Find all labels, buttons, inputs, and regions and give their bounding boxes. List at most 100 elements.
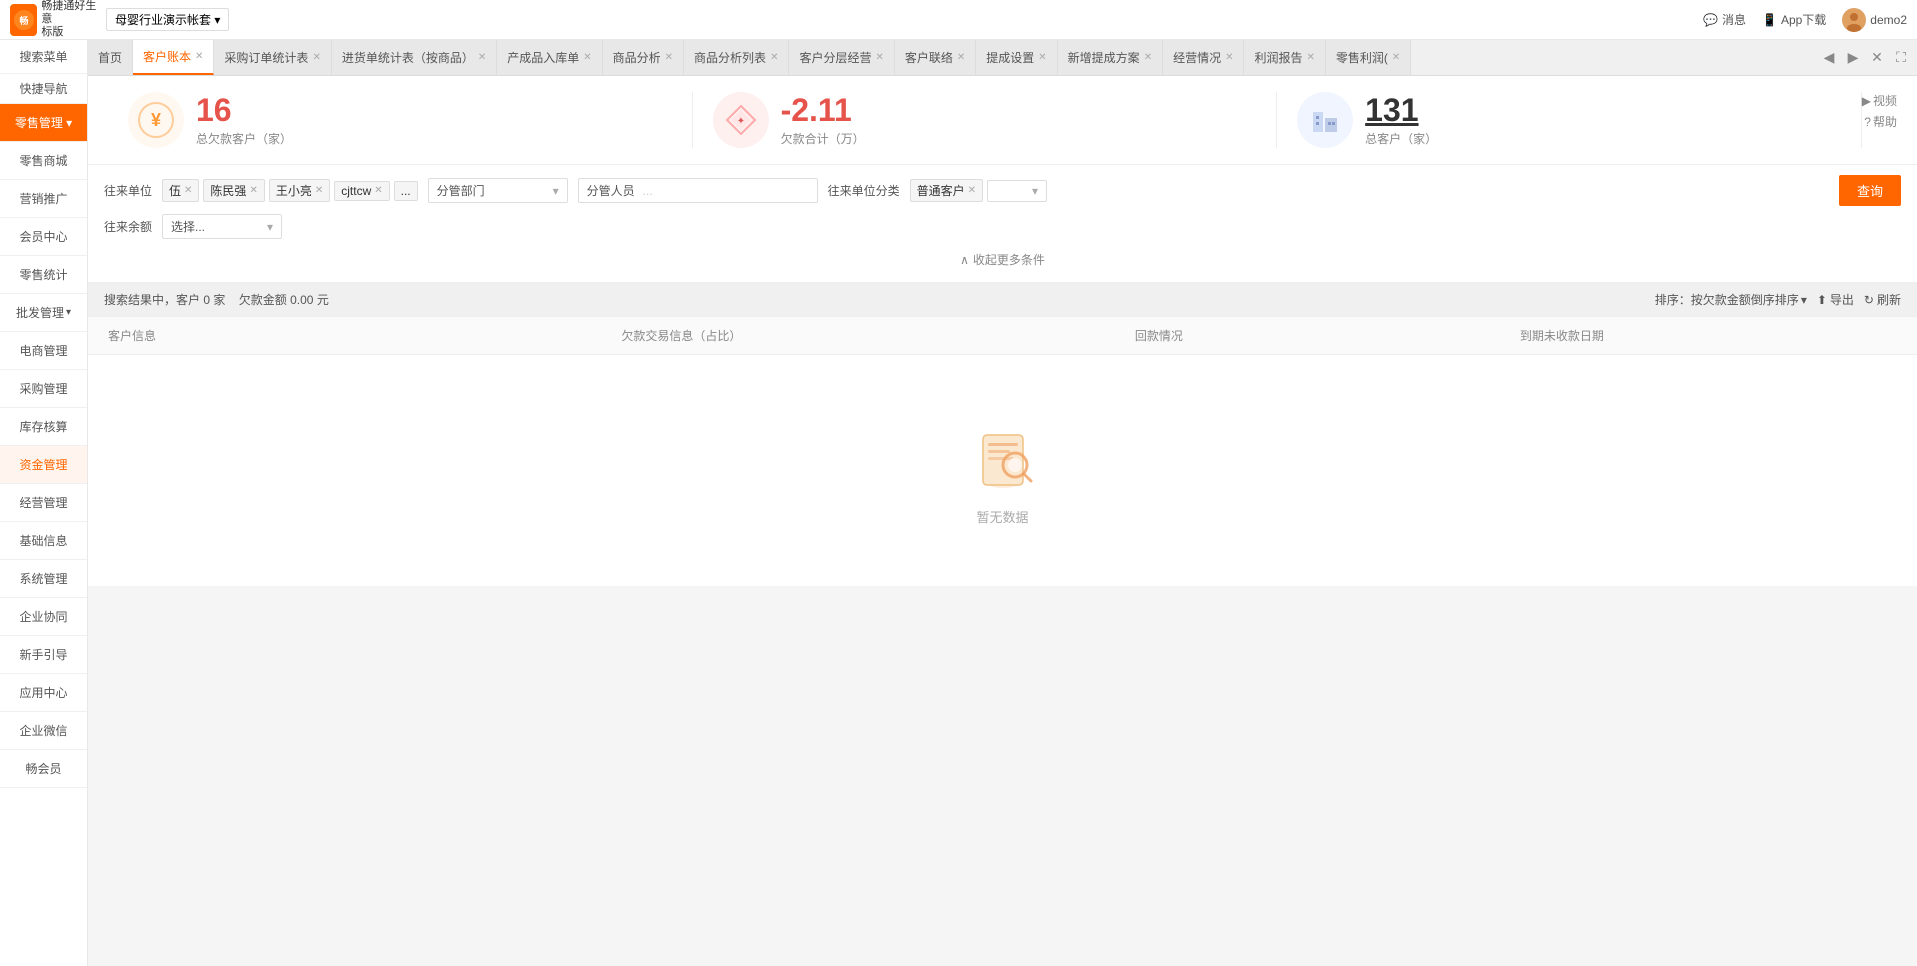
tab-close-new-raise-plan[interactable]: ✕ <box>1144 52 1152 63</box>
sidebar-item-finance[interactable]: 资金管理 <box>0 446 87 484</box>
sidebar: 搜索菜单 快捷导航 零售管理 ▾ 零售商城 营销推广 会员中心 零售统计 批发管… <box>0 40 88 966</box>
tab-home[interactable]: 首页 <box>88 40 133 75</box>
remove-tag-wu[interactable]: ✕ <box>184 185 192 196</box>
remove-tag-cjttcw[interactable]: ✕ <box>374 185 382 196</box>
filter-more-tags[interactable]: ... <box>394 181 418 201</box>
tab-new-raise-plan-label: 新增提成方案 <box>1068 49 1140 66</box>
tab-close-retail-profit[interactable]: ✕ <box>1392 52 1400 63</box>
tab-close-operations[interactable]: ✕ <box>1225 52 1233 63</box>
filter-tag-ordinary-customer: 普通客户 ✕ <box>910 179 983 202</box>
balance-placeholder: 选择... <box>171 218 205 235</box>
tab-close-customer-contact[interactable]: ✕ <box>957 52 965 63</box>
tab-customer-contact[interactable]: 客户联络 ✕ <box>895 40 976 75</box>
sidebar-item-purchase[interactable]: 采购管理 <box>0 370 87 408</box>
sidebar-item-inventory[interactable]: 库存核算 <box>0 408 87 446</box>
total-clients-label: 总客户（家） <box>1365 130 1437 147</box>
sort-select[interactable]: 排序：按欠款金额倒序排序 ▾ <box>1655 291 1807 308</box>
sidebar-item-app-center[interactable]: 应用中心 <box>0 674 87 712</box>
tab-profit-report[interactable]: 利润报告 ✕ <box>1244 40 1325 75</box>
sidebar-item-retail-mall[interactable]: 零售商城 <box>0 142 87 180</box>
demo-selector[interactable]: 母婴行业演示帐套 ▾ <box>106 8 229 31</box>
unit-class-label: 往来单位分类 <box>828 182 900 199</box>
tab-close-customer-accounts[interactable]: ✕ <box>195 51 203 62</box>
logo-text: 畅捷通好生意 标版 <box>41 0 98 39</box>
sidebar-item-marketing[interactable]: 营销推广 <box>0 180 87 218</box>
remove-tag-ordinary[interactable]: ✕ <box>968 185 976 196</box>
tab-close-product-analysis[interactable]: ✕ <box>665 52 673 63</box>
sidebar-item-system[interactable]: 系统管理 <box>0 560 87 598</box>
tab-scroll-right[interactable]: ▶ <box>1843 48 1863 68</box>
total-debt-label: 欠款合计（万） <box>781 130 865 147</box>
sidebar-item-basic-info[interactable]: 基础信息 <box>0 522 87 560</box>
tab-close-all[interactable]: ✕ <box>1867 48 1887 68</box>
tab-customer-segment[interactable]: 客户分层经营 ✕ <box>789 40 894 75</box>
table-header: 客户信息 欠款交易信息（占比） 回款情况 到期未收款日期 <box>88 317 1917 355</box>
sidebar-quick-nav[interactable]: 快捷导航 <box>0 74 87 104</box>
filter-person[interactable]: 分管人员 ... <box>578 178 818 203</box>
logo-area: 畅 畅捷通好生意 标版 <box>10 0 98 39</box>
sidebar-item-membership[interactable]: 会员中心 <box>0 218 87 256</box>
query-button[interactable]: 查询 <box>1839 175 1901 206</box>
unit-class-arrow-icon: ▾ <box>1032 184 1038 198</box>
refresh-btn[interactable]: ↻ 刷新 <box>1864 291 1901 308</box>
tab-product-analysis[interactable]: 商品分析 ✕ <box>603 40 684 75</box>
svg-text:✦: ✦ <box>736 116 744 127</box>
person-label-text: 分管人员 <box>587 182 635 199</box>
sidebar-item-enterprise[interactable]: 企业协同 <box>0 598 87 636</box>
tab-profit-report-label: 利润报告 <box>1254 49 1302 66</box>
tab-retail-profit-label: 零售利润( <box>1336 49 1388 66</box>
sidebar-item-newbie[interactable]: 新手引导 <box>0 636 87 674</box>
collapse-btn[interactable]: ∧ 收起更多条件 <box>948 247 1057 272</box>
tab-operations-situation[interactable]: 经营情况 ✕ <box>1163 40 1244 75</box>
app-download-btn[interactable]: 📱 App下载 <box>1762 11 1826 28</box>
tab-retail-profit[interactable]: 零售利润( ✕ <box>1326 40 1411 75</box>
tab-new-raise-plan[interactable]: 新增提成方案 ✕ <box>1058 40 1163 75</box>
filter-unit-tags: 伍 ✕ 陈民强 ✕ 王小亮 ✕ cjttcw ✕ <box>162 179 418 202</box>
tab-bar: 首页 客户账本 ✕ 采购订单统计表 ✕ 进货单统计表（按商品） ✕ 产成品入库单… <box>88 40 1917 76</box>
message-icon: 💬 <box>1703 13 1718 27</box>
filter-unit-class-select[interactable]: ▾ <box>987 180 1047 202</box>
sidebar-item-operations[interactable]: 经营管理 <box>0 484 87 522</box>
help-btn[interactable]: ? 帮助 <box>1864 113 1897 130</box>
tab-inbound-stats[interactable]: 进货单统计表（按商品） ✕ <box>332 40 497 75</box>
tab-customer-accounts-label: 客户账本 <box>143 48 191 65</box>
remove-tag-wang[interactable]: ✕ <box>315 185 323 196</box>
tab-raise-settings[interactable]: 提成设置 ✕ <box>976 40 1057 75</box>
tab-close-customer-segment[interactable]: ✕ <box>875 52 883 63</box>
tab-product-inbound[interactable]: 产成品入库单 ✕ <box>497 40 602 75</box>
tab-close-product-inbound[interactable]: ✕ <box>583 52 591 63</box>
tab-close-raise-settings[interactable]: ✕ <box>1038 52 1046 63</box>
tab-purchase-stats[interactable]: 采购订单统计表 ✕ <box>214 40 331 75</box>
refresh-icon: ↻ <box>1864 293 1874 307</box>
tab-close-product-analysis-list[interactable]: ✕ <box>770 52 778 63</box>
dept-label-text: 分管部门 <box>437 182 485 199</box>
sidebar-item-vip[interactable]: 畅会员 <box>0 750 87 788</box>
tab-maximize[interactable]: ⛶ <box>1891 48 1911 68</box>
sidebar-item-retail-stats[interactable]: 零售统计 <box>0 256 87 294</box>
tab-product-analysis-list[interactable]: 商品分析列表 ✕ <box>684 40 789 75</box>
filter-unit-class-tags: 普通客户 ✕ ▾ <box>910 179 1047 202</box>
stat-info-debt: -2.11 欠款合计（万） <box>781 94 865 147</box>
remove-tag-chen[interactable]: ✕ <box>249 185 257 196</box>
tab-scroll-left[interactable]: ◀ <box>1819 48 1839 68</box>
sidebar-item-ecommerce[interactable]: 电商管理 <box>0 332 87 370</box>
sidebar-item-retail-mgmt[interactable]: 零售管理 ▾ <box>0 104 87 142</box>
total-clients-value: 131 <box>1365 94 1437 126</box>
tab-customer-accounts[interactable]: 客户账本 ✕ <box>133 40 214 75</box>
tab-close-inbound-stats[interactable]: ✕ <box>478 52 486 63</box>
user-profile-btn[interactable]: demo2 <box>1842 8 1907 32</box>
filter-balance[interactable]: 选择... ▾ <box>162 214 282 239</box>
filter-dept[interactable]: 分管部门 ▾ <box>428 178 568 203</box>
video-btn[interactable]: ▶ 视频 <box>1862 92 1897 109</box>
svg-text:畅: 畅 <box>19 15 28 26</box>
export-btn[interactable]: ⬆ 导出 <box>1817 291 1854 308</box>
tab-close-purchase-stats[interactable]: ✕ <box>312 52 320 63</box>
tab-close-profit-report[interactable]: ✕ <box>1307 52 1315 63</box>
messages-btn[interactable]: 💬 消息 <box>1703 11 1746 28</box>
tab-operations-label: 经营情况 <box>1173 49 1221 66</box>
tab-product-analysis-list-label: 商品分析列表 <box>694 49 766 66</box>
sidebar-item-wholesale[interactable]: 批发管理 ▾ <box>0 294 87 332</box>
sidebar-search[interactable]: 搜索菜单 <box>0 40 87 74</box>
sidebar-item-wechat[interactable]: 企业微信 <box>0 712 87 750</box>
filter-tag-chen: 陈民强 ✕ <box>203 179 264 202</box>
